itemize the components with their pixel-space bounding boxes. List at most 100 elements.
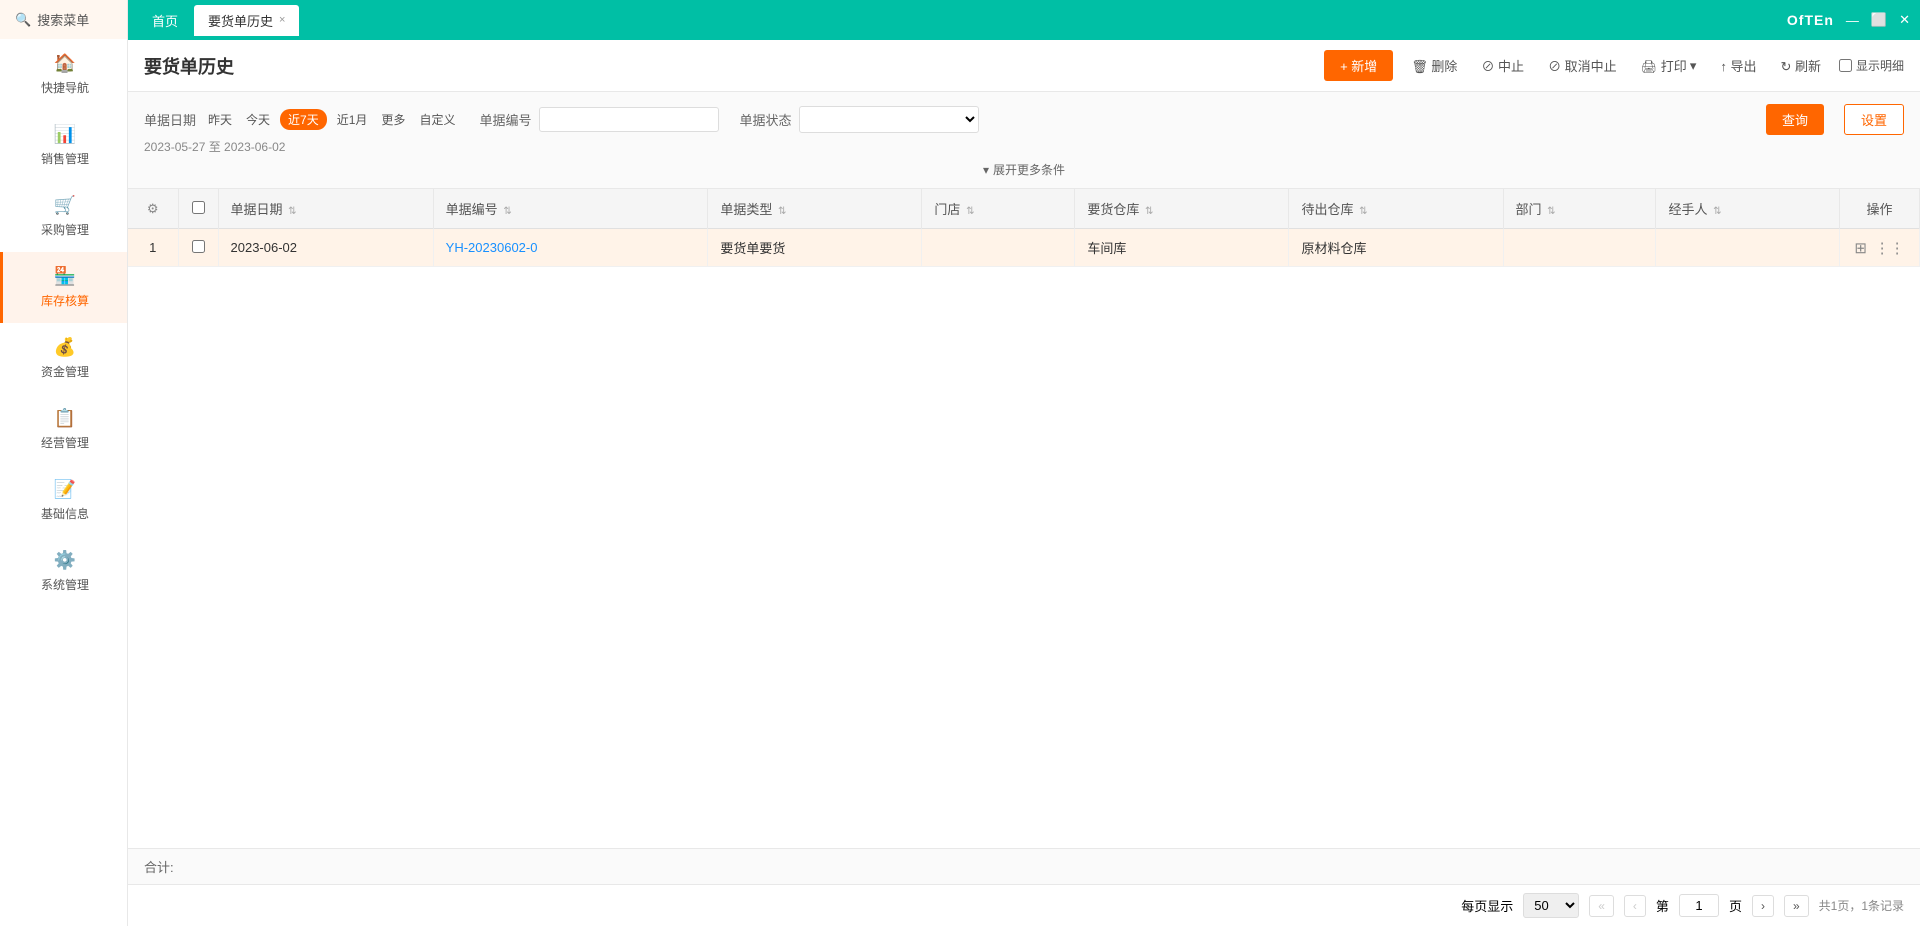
sort-icon-type: ⇅ — [778, 206, 786, 217]
topbar: 首页 要货单历史 × OfTEn — ⬜ ✕ — [128, 0, 1920, 40]
settings-button[interactable]: 设置 — [1844, 104, 1904, 135]
show-detail-label: 显示明细 — [1856, 57, 1904, 74]
filter-row: 单据日期 昨天 今天 近7天 近1月 更多 自定义 单据编号 — [144, 104, 1904, 135]
first-page-button[interactable]: « — [1589, 895, 1614, 917]
cell-date: 2023-06-02 — [218, 229, 433, 267]
col-actions-label: 操作 — [1866, 202, 1892, 217]
cell-handler — [1656, 229, 1840, 267]
col-req-warehouse[interactable]: 要货仓库 ⇅ — [1075, 189, 1289, 229]
col-pending-warehouse[interactable]: 待出仓库 ⇅ — [1289, 189, 1503, 229]
table-header-row: ⚙ 单据日期 ⇅ 单据编号 ⇅ 单据类型 — [128, 189, 1920, 229]
more-action-icon[interactable]: ⋮⋮ — [1875, 240, 1905, 257]
cell-checkbox[interactable] — [178, 229, 218, 267]
col-doc-num[interactable]: 单据编号 ⇅ — [433, 189, 708, 229]
sidebar-item-quick-nav[interactable]: 🏠 快捷导航 — [0, 39, 127, 110]
date-today[interactable]: 今天 — [242, 109, 274, 130]
col-handler-label: 经手人 — [1668, 202, 1707, 217]
expand-more-button[interactable]: ▾ 展开更多条件 — [144, 155, 1904, 180]
new-button[interactable]: + 新增 — [1324, 50, 1393, 81]
date-custom[interactable]: 自定义 — [415, 109, 459, 130]
col-pending-warehouse-label: 待出仓库 — [1301, 202, 1353, 217]
print-button[interactable]: 🖨 打印 ▾ — [1635, 52, 1703, 79]
inventory-icon: 🏪 — [54, 266, 76, 287]
refresh-button[interactable]: ↻ 刷新 — [1774, 52, 1827, 79]
content-area: 要货单历史 + 新增 🗑 删除 ⊘ 中止 ⊘ 取消中止 🖨 打印 ▾ ↑ 导出 … — [128, 40, 1920, 926]
sidebar-item-basic[interactable]: 📝 基础信息 — [0, 465, 127, 536]
footer-label: 合计: — [144, 860, 174, 875]
doc-number-filter-group: 单据编号 — [479, 107, 719, 132]
sidebar-item-sales[interactable]: 📊 销售管理 — [0, 110, 127, 181]
doc-number-label: 单据编号 — [479, 110, 531, 129]
maximize-button[interactable]: ⬜ — [1871, 12, 1887, 28]
toolbar: + 新增 🗑 删除 ⊘ 中止 ⊘ 取消中止 🖨 打印 ▾ ↑ 导出 ↻ 刷新 显… — [1324, 50, 1904, 81]
sidebar: 🔍 搜索菜单 🏠 快捷导航 📊 销售管理 🛒 采购管理 🏪 库存核算 💰 资金管… — [0, 0, 128, 926]
tab-home[interactable]: 首页 — [138, 5, 192, 36]
tab-requisition-history[interactable]: 要货单历史 × — [194, 5, 299, 36]
cell-doc-num: YH-20230602-0 — [433, 229, 708, 267]
col-dept-label: 部门 — [1516, 202, 1542, 217]
date-yesterday[interactable]: 昨天 — [204, 109, 236, 130]
col-store[interactable]: 门店 ⇅ — [922, 189, 1075, 229]
page-size-select[interactable]: 2050100200 — [1523, 893, 1579, 918]
last-page-button[interactable]: » — [1784, 895, 1809, 917]
page-number-input[interactable] — [1679, 894, 1719, 917]
col-req-warehouse-label: 要货仓库 — [1087, 202, 1139, 217]
minimize-button[interactable]: — — [1846, 13, 1859, 28]
gear-settings-col[interactable]: ⚙ — [128, 189, 178, 229]
status-select[interactable] — [799, 106, 979, 133]
col-date-label: 单据日期 — [231, 202, 283, 217]
basic-icon: 📝 — [54, 479, 76, 500]
print-dropdown-icon[interactable]: ▾ — [1690, 58, 1697, 74]
date-7days[interactable]: 近7天 — [280, 109, 327, 130]
col-handler[interactable]: 经手人 ⇅ — [1656, 189, 1840, 229]
page-label: 第 — [1656, 896, 1669, 915]
sidebar-search[interactable]: 🔍 搜索菜单 — [0, 0, 127, 39]
sidebar-item-label: 采购管理 — [41, 221, 89, 238]
cell-pending-warehouse: 原材料仓库 — [1289, 229, 1503, 267]
date-1month[interactable]: 近1月 — [333, 109, 372, 130]
col-dept[interactable]: 部门 ⇅ — [1503, 189, 1656, 229]
col-date[interactable]: 单据日期 ⇅ — [218, 189, 433, 229]
pagination-total: 共1页，1条记录 — [1819, 897, 1904, 914]
col-doc-type[interactable]: 单据类型 ⇅ — [708, 189, 922, 229]
next-page-button[interactable]: › — [1752, 895, 1774, 917]
col-doc-type-label: 单据类型 — [720, 202, 772, 217]
checkbox-col[interactable] — [178, 189, 218, 229]
show-detail-checkbox[interactable] — [1839, 59, 1852, 72]
delete-button[interactable]: 🗑 删除 — [1405, 52, 1463, 79]
sidebar-item-purchase[interactable]: 🛒 采购管理 — [0, 181, 127, 252]
close-button[interactable]: ✕ — [1899, 12, 1910, 28]
doc-num-link[interactable]: YH-20230602-0 — [446, 240, 538, 255]
cancel-stop-button[interactable]: ⊘ 取消中止 — [1542, 52, 1623, 79]
table-footer: 合计: — [128, 848, 1920, 884]
view-action-icon[interactable]: ⊞ — [1854, 240, 1867, 257]
sidebar-item-system[interactable]: ⚙️ 系统管理 — [0, 536, 127, 607]
date-more[interactable]: 更多 — [377, 109, 409, 130]
sidebar-item-finance[interactable]: 💰 资金管理 — [0, 323, 127, 394]
sidebar-item-label: 资金管理 — [41, 363, 89, 380]
date-filter-label: 单据日期 — [144, 110, 196, 129]
data-table: ⚙ 单据日期 ⇅ 单据编号 ⇅ 单据类型 — [128, 189, 1920, 267]
tab-close-icon[interactable]: × — [279, 14, 285, 26]
export-button[interactable]: ↑ 导出 — [1714, 52, 1762, 79]
col-store-label: 门店 — [934, 202, 960, 217]
date-range-display: 2023-05-27 至 2023-06-02 — [144, 138, 1904, 155]
sales-icon: 📊 — [54, 124, 76, 145]
prev-page-button[interactable]: ‹ — [1624, 895, 1646, 917]
query-button[interactable]: 查询 — [1766, 104, 1824, 135]
doc-number-input[interactable] — [539, 107, 719, 132]
sort-icon-handler: ⇅ — [1713, 206, 1721, 217]
sidebar-item-operations[interactable]: 📋 经营管理 — [0, 394, 127, 465]
status-filter-group: 单据状态 — [739, 106, 979, 133]
brand-label: OfTEn — [1787, 12, 1834, 28]
stop-button[interactable]: ⊘ 中止 — [1475, 52, 1530, 79]
col-actions: 操作 — [1840, 189, 1920, 229]
sidebar-item-inventory[interactable]: 🏪 库存核算 — [0, 252, 127, 323]
finance-icon: 💰 — [54, 337, 76, 358]
select-all-checkbox[interactable] — [192, 201, 205, 214]
sort-icon-dept: ⇅ — [1547, 206, 1555, 217]
main-area: 首页 要货单历史 × OfTEn — ⬜ ✕ 要货单历史 + 新增 🗑 删除 ⊘… — [128, 0, 1920, 926]
sidebar-item-label: 经营管理 — [41, 434, 89, 451]
show-detail-toggle[interactable]: 显示明细 — [1839, 57, 1904, 74]
date-shortcuts: 昨天 今天 近7天 近1月 更多 自定义 — [204, 109, 459, 130]
